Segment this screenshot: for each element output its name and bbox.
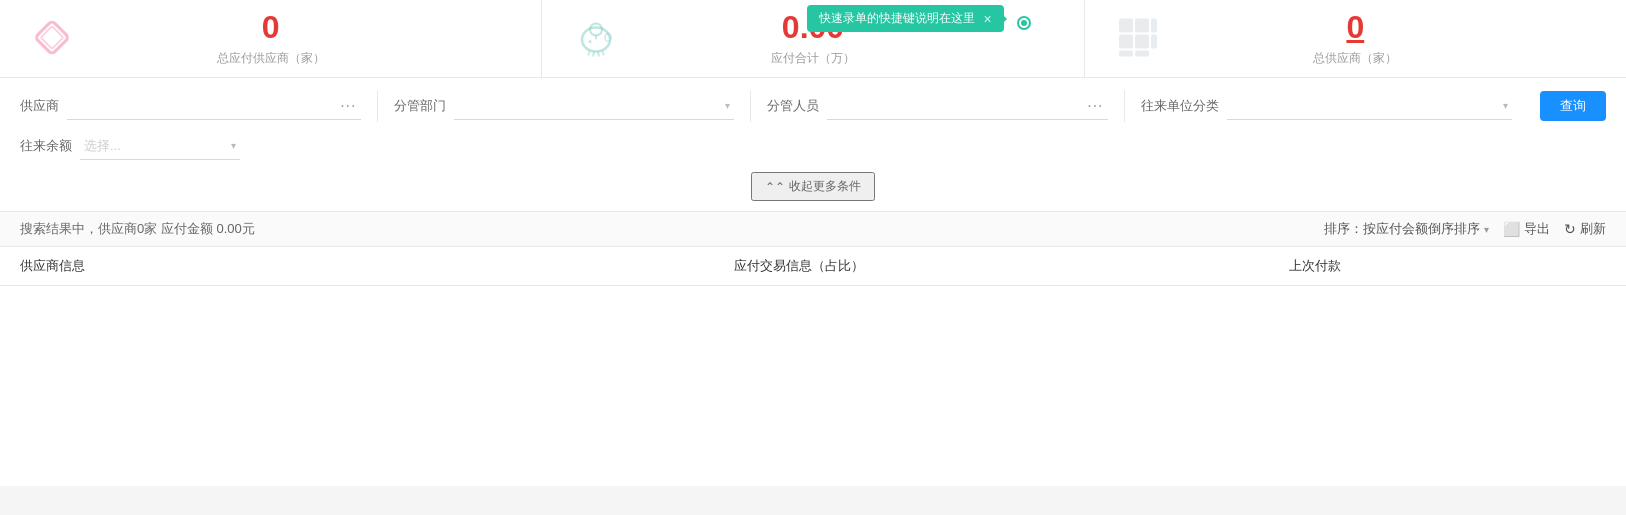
col-header-transaction: 应付交易信息（占比） xyxy=(734,257,1289,275)
svg-point-5 xyxy=(589,40,592,43)
payable-suppliers-number: 0 xyxy=(262,10,280,45)
unit-class-filter-field: 往来单位分类 ▾ xyxy=(1125,90,1528,122)
svg-line-8 xyxy=(593,51,594,56)
tooltip-text: 快速录单的快捷键说明在这里 xyxy=(819,10,975,27)
unit-class-filter-label: 往来单位分类 xyxy=(1141,97,1219,115)
payable-suppliers-label: 总应付供应商（家） xyxy=(217,50,325,67)
payable-total-label: 应付合计（万） xyxy=(771,50,855,67)
filter-row-2: 往来余额 选择... ▾ xyxy=(20,132,1606,160)
department-filter-label: 分管部门 xyxy=(394,97,446,115)
supplier-dots-btn[interactable]: ··· xyxy=(340,97,356,115)
svg-rect-11 xyxy=(1119,18,1133,32)
sort-dropdown-icon[interactable]: ▾ xyxy=(1484,224,1489,235)
total-suppliers-number: 0 xyxy=(1346,10,1364,45)
results-info: 搜索结果中，供应商0家 应付金额 0.00元 xyxy=(20,220,255,238)
table-header: 供应商信息 应付交易信息（占比） 上次付款 xyxy=(0,247,1626,286)
filter-row-1: 供应商 ··· 分管部门 ▾ 分管人员 ··· 往来单位分类 xyxy=(20,90,1606,122)
department-filter-field: 分管部门 ▾ xyxy=(378,90,752,122)
svg-line-10 xyxy=(602,50,604,55)
svg-rect-14 xyxy=(1119,34,1133,48)
col-header-lastpay: 上次付款 xyxy=(1289,257,1606,275)
refresh-icon: ↻ xyxy=(1564,221,1576,237)
stats-bar: 0 总应付供应商（家） 0.00 应付合计（万） 快速录单的快 xyxy=(0,0,1626,78)
balance-filter-label: 往来余额 xyxy=(20,137,72,155)
person-input[interactable]: ··· xyxy=(827,92,1108,120)
sort-label: 排序：按应付会额倒序排序 xyxy=(1324,220,1480,238)
balance-placeholder: 选择... xyxy=(84,137,121,155)
supplier-filter-field: 供应商 ··· xyxy=(20,90,378,122)
supplier-input[interactable]: ··· xyxy=(67,92,361,120)
stat-total-suppliers: 0 总供应商（家） xyxy=(1085,0,1626,77)
query-button[interactable]: 查询 xyxy=(1540,91,1606,121)
tooltip-close-btn[interactable]: × xyxy=(983,11,991,27)
results-actions: 排序：按应付会额倒序排序 ▾ ⬜ 导出 ↻ 刷新 xyxy=(1324,220,1606,238)
total-suppliers-label: 总供应商（家） xyxy=(1313,50,1397,67)
refresh-btn[interactable]: ↻ 刷新 xyxy=(1564,220,1606,238)
refresh-label: 刷新 xyxy=(1580,220,1606,238)
person-filter-label: 分管人员 xyxy=(767,97,819,115)
tooltip-dot xyxy=(1019,18,1029,28)
svg-rect-0 xyxy=(35,20,69,54)
svg-point-3 xyxy=(590,23,602,35)
collapse-row: ⌃⌃ 收起更多条件 xyxy=(20,168,1606,211)
collapse-up-icon: ⌃⌃ xyxy=(765,180,785,194)
svg-line-7 xyxy=(588,50,590,55)
svg-rect-15 xyxy=(1135,34,1149,48)
collapse-btn-label: 收起更多条件 xyxy=(789,178,861,195)
grid-icon xyxy=(1113,12,1163,65)
piggy-icon xyxy=(570,11,622,66)
sort-select[interactable]: 排序：按应付会额倒序排序 ▾ xyxy=(1324,220,1489,238)
svg-rect-16 xyxy=(1151,34,1157,48)
person-filter-field: 分管人员 ··· xyxy=(751,90,1125,122)
tooltip-bubble: 快速录单的快捷键说明在这里 × xyxy=(807,5,1003,32)
department-dropdown-icon[interactable]: ▾ xyxy=(725,100,730,111)
person-dots-btn[interactable]: ··· xyxy=(1087,97,1103,115)
svg-rect-12 xyxy=(1135,18,1149,32)
supplier-filter-label: 供应商 xyxy=(20,97,59,115)
stat-payable-total: 0.00 应付合计（万） 快速录单的快捷键说明在这里 × xyxy=(542,0,1084,77)
balance-dropdown-icon[interactable]: ▾ xyxy=(231,140,236,151)
col-header-supplier: 供应商信息 xyxy=(20,257,734,275)
balance-input[interactable]: 选择... ▾ xyxy=(80,132,240,160)
diamond-icon xyxy=(28,13,76,64)
svg-line-9 xyxy=(598,51,599,56)
balance-filter-field: 往来余额 选择... ▾ xyxy=(20,132,240,160)
results-bar: 搜索结果中，供应商0家 应付金额 0.00元 排序：按应付会额倒序排序 ▾ ⬜ … xyxy=(0,212,1626,247)
table-body xyxy=(0,286,1626,486)
svg-rect-17 xyxy=(1119,50,1133,56)
export-btn[interactable]: ⬜ 导出 xyxy=(1503,220,1550,238)
svg-rect-18 xyxy=(1135,50,1149,56)
collapse-btn[interactable]: ⌃⌃ 收起更多条件 xyxy=(751,172,875,201)
unit-class-input[interactable]: ▾ xyxy=(1227,92,1512,120)
filter-bar: 供应商 ··· 分管部门 ▾ 分管人员 ··· 往来单位分类 xyxy=(0,78,1626,212)
stat-total-payable-suppliers: 0 总应付供应商（家） xyxy=(0,0,542,77)
export-icon: ⬜ xyxy=(1503,221,1520,237)
department-input[interactable]: ▾ xyxy=(454,92,735,120)
svg-rect-13 xyxy=(1151,18,1157,32)
export-label: 导出 xyxy=(1524,220,1550,238)
unit-class-dropdown-icon[interactable]: ▾ xyxy=(1503,100,1508,111)
